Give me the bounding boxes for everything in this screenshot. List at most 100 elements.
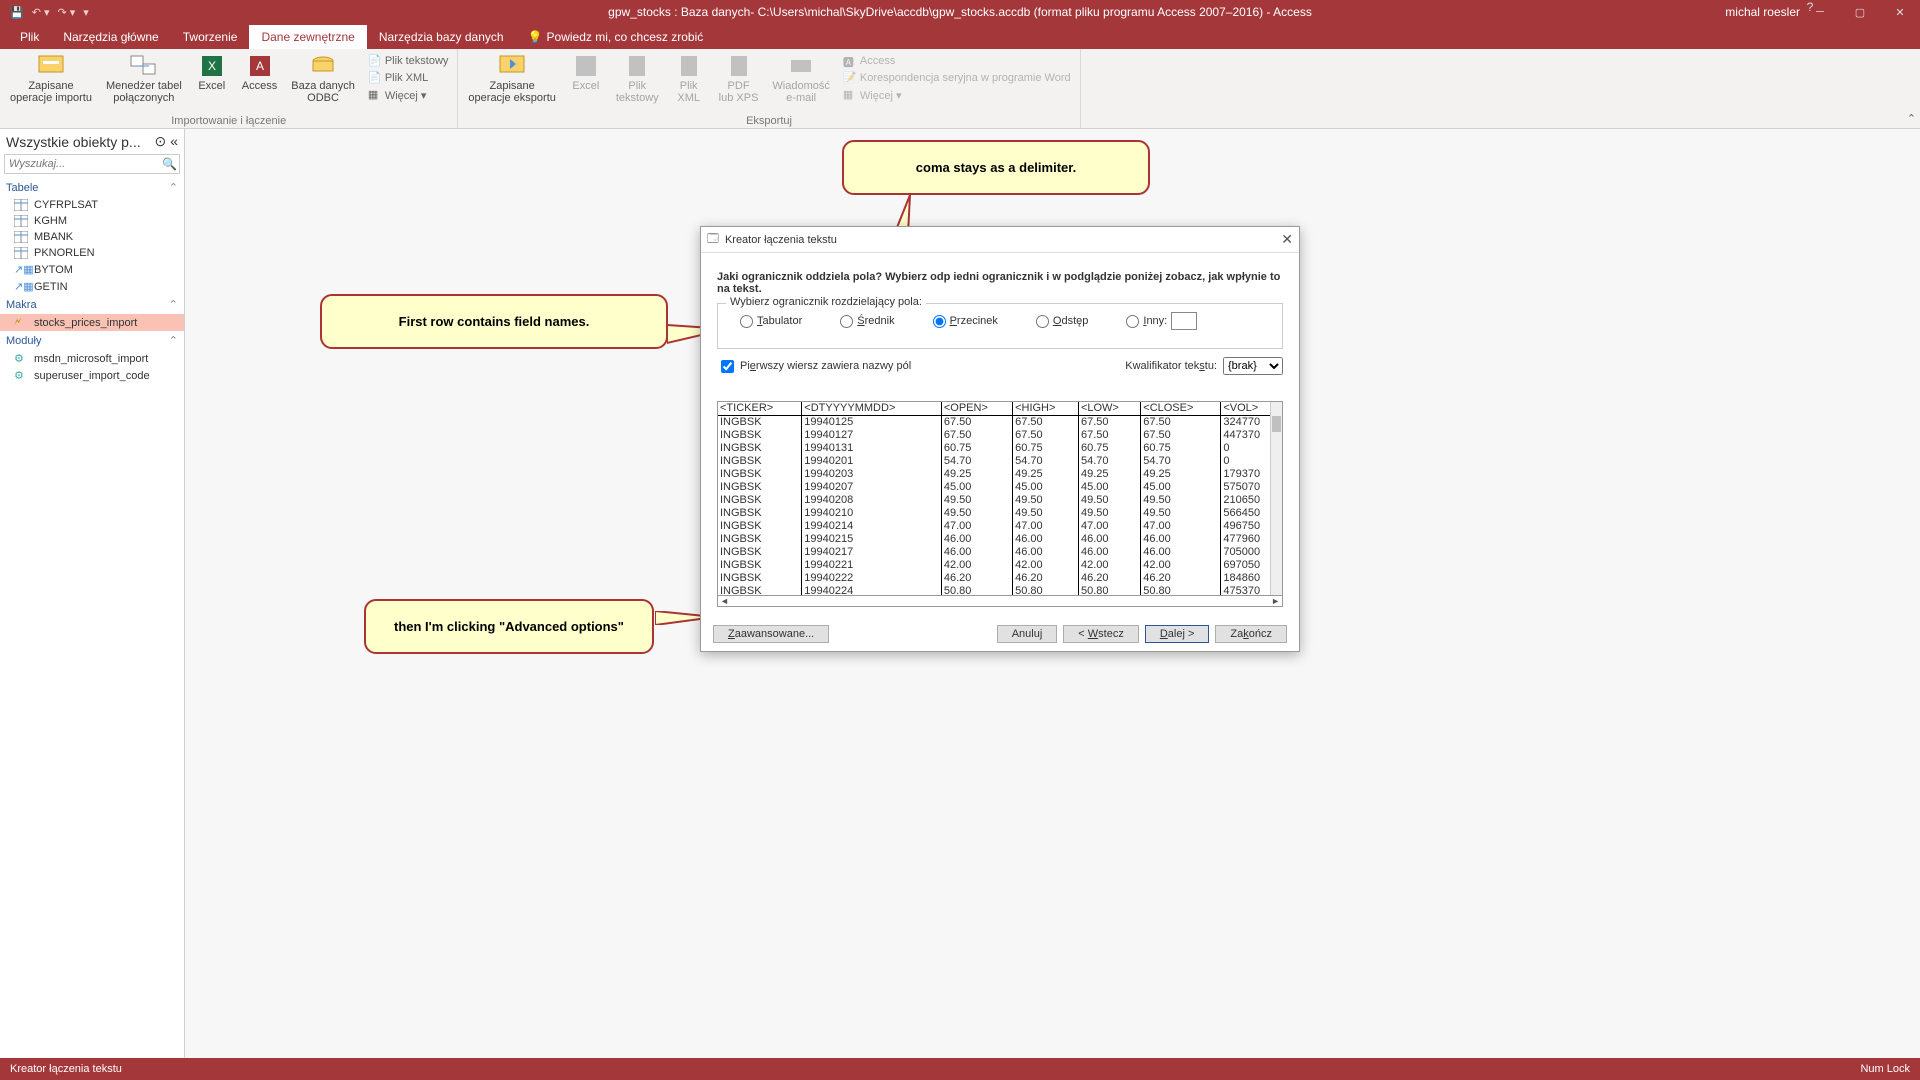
back-button[interactable]: < Wstecz bbox=[1063, 625, 1139, 643]
tab-dane-zewnetrzne[interactable]: Dane zewnętrzne bbox=[249, 25, 366, 49]
export-excel-button: Excel bbox=[566, 51, 606, 94]
preview-cell: 19940221 bbox=[802, 559, 942, 572]
dialog-title: Kreator łączenia tekstu bbox=[725, 234, 837, 246]
nav-table-item[interactable]: KGHM bbox=[0, 213, 184, 229]
window-title: gpw_stocks : Baza danych- C:\Users\micha… bbox=[608, 5, 1312, 19]
nav-table-item[interactable]: ↗▦BYTOM bbox=[0, 261, 184, 278]
preview-cell: 54.70 bbox=[1013, 455, 1079, 468]
text-icon bbox=[621, 53, 653, 79]
import-more-button[interactable]: ▦Więcej ▾ bbox=[365, 87, 452, 103]
save-icon[interactable]: 💾 bbox=[10, 6, 24, 19]
nav-search-input[interactable] bbox=[4, 154, 180, 174]
chevron-up-icon[interactable]: ⌃ bbox=[169, 181, 178, 194]
linked-table-manager-button[interactable]: Menedżer tabel połączonych bbox=[102, 51, 186, 106]
redo-icon[interactable]: ↷ ▾ bbox=[58, 6, 76, 19]
preview-cell: 45.00 bbox=[1141, 481, 1221, 494]
import-access-button[interactable]: AAccess bbox=[238, 51, 281, 94]
group-import-label: Importowanie i łączenie bbox=[6, 115, 451, 128]
status-left: Kreator łączenia tekstu bbox=[10, 1063, 122, 1075]
preview-cell: 19940222 bbox=[802, 572, 942, 585]
import-xml-button[interactable]: 📄Plik XML bbox=[365, 70, 452, 86]
preview-cell: 47.00 bbox=[1078, 520, 1140, 533]
nav-section-makra[interactable]: Makra bbox=[6, 299, 37, 311]
radio-inny[interactable]: Inny: bbox=[1126, 312, 1197, 330]
preview-cell: 67.50 bbox=[1141, 429, 1221, 442]
finish-button[interactable]: Zakończ bbox=[1215, 625, 1287, 643]
nav-collapse-icon[interactable]: « bbox=[170, 133, 178, 150]
table-icon bbox=[14, 247, 28, 259]
radio-srednik[interactable]: Średnik bbox=[840, 315, 894, 328]
advanced-button[interactable]: Zaawansowane... bbox=[713, 625, 829, 643]
checkbox-first-row[interactable] bbox=[721, 360, 734, 373]
tab-plik[interactable]: Plik bbox=[8, 25, 51, 49]
nav-module-item[interactable]: ⚙msdn_microsoft_import bbox=[0, 350, 184, 367]
saved-exports-button[interactable]: Zapisane operacje eksportu bbox=[464, 51, 559, 106]
nav-dropdown-icon[interactable]: ⊙ bbox=[154, 133, 166, 150]
nav-macro-item[interactable]: 🗲stocks_prices_import bbox=[0, 314, 184, 331]
next-button[interactable]: Dalej > bbox=[1145, 625, 1210, 643]
preview-cell: 19940131 bbox=[802, 442, 942, 455]
preview-cell: 49.50 bbox=[1013, 507, 1079, 520]
chevron-up-icon[interactable]: ⌃ bbox=[169, 334, 178, 347]
preview-cell: 46.00 bbox=[1078, 533, 1140, 546]
close-button[interactable]: ✕ bbox=[1880, 0, 1920, 24]
linked-table-icon: ↗▦ bbox=[14, 263, 28, 276]
import-excel-button[interactable]: XExcel bbox=[192, 51, 232, 94]
nav-table-item[interactable]: ↗▦GETIN bbox=[0, 278, 184, 295]
nav-table-item[interactable]: PKNORLEN bbox=[0, 245, 184, 261]
saved-imports-button[interactable]: Zapisane operacje importu bbox=[6, 51, 96, 106]
nav-title: Wszystkie obiekty p... bbox=[6, 134, 141, 150]
dialog-close-icon[interactable]: ✕ bbox=[1281, 231, 1293, 248]
preview-cell: 46.20 bbox=[1013, 572, 1079, 585]
tab-narzedzia-glowne[interactable]: Narzędzia główne bbox=[51, 25, 170, 49]
radio-odstep[interactable]: Odstęp bbox=[1036, 315, 1088, 328]
preview-cell: INGBSK bbox=[718, 533, 802, 546]
preview-cell: 49.50 bbox=[1078, 494, 1140, 507]
tell-me[interactable]: 💡Powiedz mi, co chcesz zrobić bbox=[516, 25, 716, 49]
qualifier-select[interactable]: {brak} bbox=[1223, 357, 1283, 375]
preview-cell: 50.80 bbox=[1013, 585, 1079, 596]
nav-module-item[interactable]: ⚙superuser_import_code bbox=[0, 367, 184, 384]
tab-tworzenie[interactable]: Tworzenie bbox=[171, 25, 250, 49]
preview-cell: 42.00 bbox=[941, 559, 1012, 572]
nav-section-moduly[interactable]: Moduły bbox=[6, 335, 41, 347]
radio-przecinek[interactable]: Przecinek bbox=[933, 315, 998, 328]
preview-vscroll[interactable] bbox=[1270, 402, 1282, 595]
preview-hscroll[interactable]: ◄► bbox=[717, 596, 1283, 607]
table-icon bbox=[14, 199, 28, 211]
dialog-question: Jaki ogranicznik oddziela pola? Wybierz … bbox=[717, 271, 1283, 295]
preview-cell: 50.80 bbox=[1141, 585, 1221, 596]
delimiter-legend: Wybierz ogranicznik rozdzielający pola: bbox=[726, 296, 926, 308]
nav-item-label: stocks_prices_import bbox=[34, 317, 137, 329]
qualifier-label: Kwalifikator tekstu: bbox=[1125, 360, 1217, 372]
odbc-icon bbox=[307, 53, 339, 79]
main-canvas: coma stays as a delimiter. First row con… bbox=[185, 129, 1920, 1058]
preview-cell: INGBSK bbox=[718, 442, 802, 455]
import-odbc-button[interactable]: Baza danych ODBC bbox=[287, 51, 359, 106]
preview-cell: INGBSK bbox=[718, 468, 802, 481]
preview-cell: 42.00 bbox=[1141, 559, 1221, 572]
nav-table-item[interactable]: MBANK bbox=[0, 229, 184, 245]
preview-cell: 49.50 bbox=[1013, 494, 1079, 507]
preview-cell: 46.00 bbox=[941, 533, 1012, 546]
preview-header: <OPEN> bbox=[941, 402, 1012, 416]
qat-more-icon[interactable]: ▾ bbox=[83, 6, 89, 19]
import-text-button[interactable]: 📄Plik tekstowy bbox=[365, 53, 452, 69]
radio-tabulator[interactable]: Tabulator bbox=[740, 315, 802, 328]
preview-cell: 67.50 bbox=[1141, 416, 1221, 430]
maximize-button[interactable]: ▢ bbox=[1840, 0, 1880, 24]
chevron-up-icon[interactable]: ⌃ bbox=[169, 298, 178, 311]
preview-cell: 49.50 bbox=[1141, 494, 1221, 507]
nav-section-tabele[interactable]: Tabele bbox=[6, 182, 38, 194]
preview-cell: 19940217 bbox=[802, 546, 942, 559]
preview-header: <DTYYYYMMDD> bbox=[802, 402, 942, 416]
tab-narzedzia-bazy[interactable]: Narzędzia bazy danych bbox=[367, 25, 516, 49]
undo-icon[interactable]: ↶ ▾ bbox=[32, 6, 50, 19]
search-icon[interactable]: 🔍 bbox=[162, 157, 177, 171]
excel-icon bbox=[570, 53, 602, 79]
cancel-button[interactable]: Anuluj bbox=[997, 625, 1058, 643]
collapse-ribbon-icon[interactable]: ⌃ bbox=[1907, 112, 1916, 125]
minimize-button[interactable]: ─ bbox=[1800, 0, 1840, 24]
preview-cell: 46.20 bbox=[1078, 572, 1140, 585]
nav-table-item[interactable]: CYFRPLSAT bbox=[0, 197, 184, 213]
